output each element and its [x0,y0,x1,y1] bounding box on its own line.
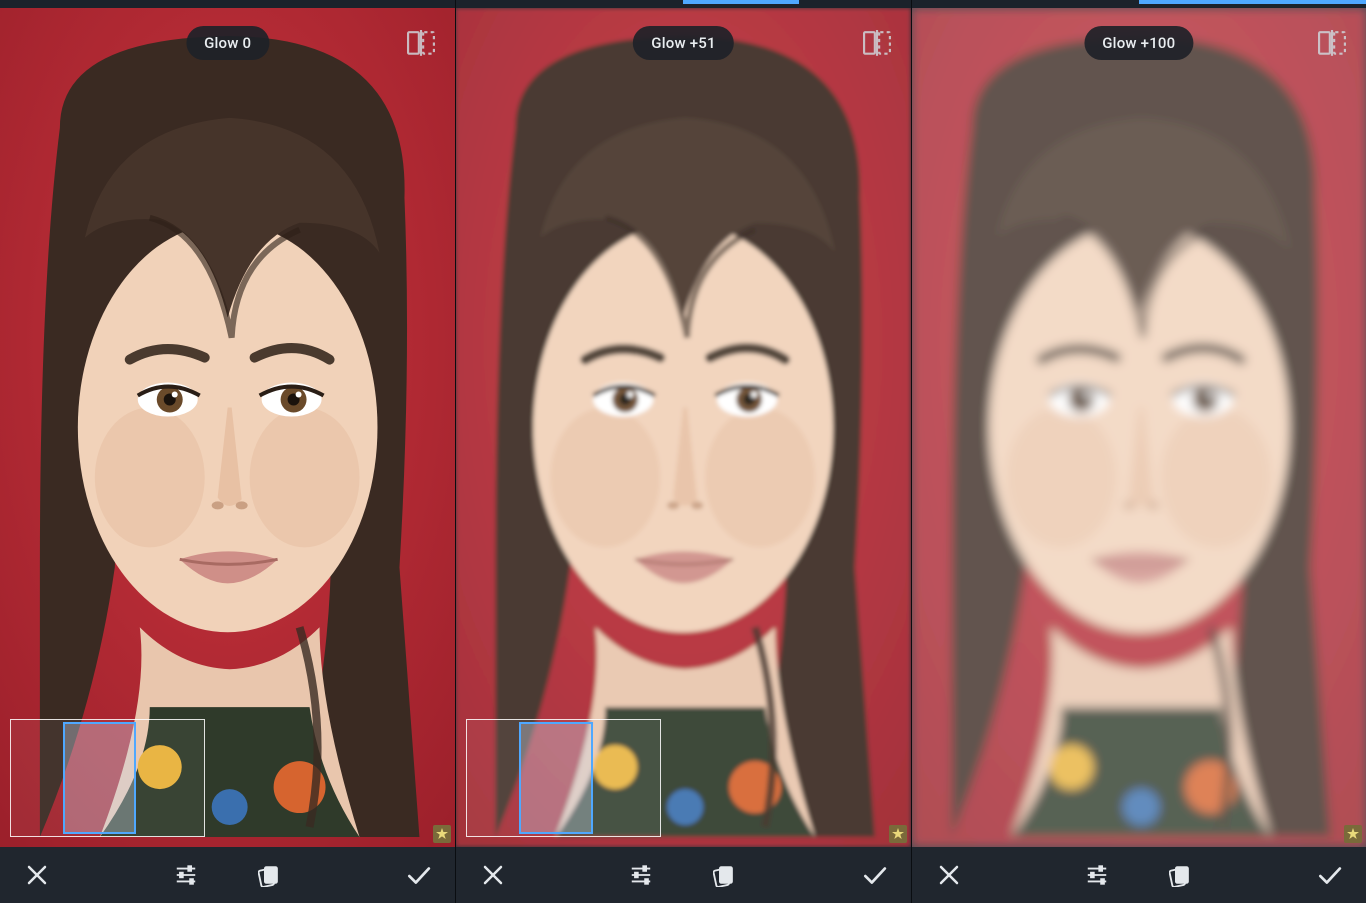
cancel-button[interactable] [18,856,56,894]
slider-track[interactable] [456,0,910,8]
apply-button[interactable] [399,856,437,894]
param-value-pill[interactable]: Glow 0 [186,26,269,60]
styles-button[interactable] [1162,856,1200,894]
navigator-viewport-rect[interactable] [63,722,136,833]
editor-panel-0: Glow 0 [0,0,455,903]
adjust-button[interactable] [1078,856,1116,894]
styles-button[interactable] [251,856,289,894]
slider-track[interactable] [912,0,1366,8]
apply-button[interactable] [855,856,893,894]
slider-progress [1139,0,1366,4]
photo-canvas[interactable] [912,8,1366,847]
bottom-toolbar [456,847,910,903]
star-badge [1344,825,1362,843]
param-value-pill[interactable]: Glow +51 [633,26,733,60]
apply-button[interactable] [1310,856,1348,894]
cancel-button[interactable] [930,856,968,894]
star-badge [889,825,907,843]
editor-panel-1: Glow +51 [455,0,910,903]
editor-panel-2: Glow +100 [911,0,1366,903]
compare-icon[interactable] [863,30,891,56]
styles-button[interactable] [706,856,744,894]
star-badge [433,825,451,843]
slider-progress [683,0,799,4]
compare-icon[interactable] [1318,30,1346,56]
navigator-minimap[interactable] [466,719,661,837]
compare-icon[interactable] [407,30,435,56]
bottom-toolbar [0,847,455,903]
adjust-button[interactable] [622,856,660,894]
adjust-button[interactable] [167,856,205,894]
param-value-pill[interactable]: Glow +100 [1084,26,1193,60]
cancel-button[interactable] [474,856,512,894]
slider-track[interactable] [0,0,455,8]
navigator-viewport-rect[interactable] [519,722,592,833]
bottom-toolbar [912,847,1366,903]
navigator-minimap[interactable] [10,719,205,837]
